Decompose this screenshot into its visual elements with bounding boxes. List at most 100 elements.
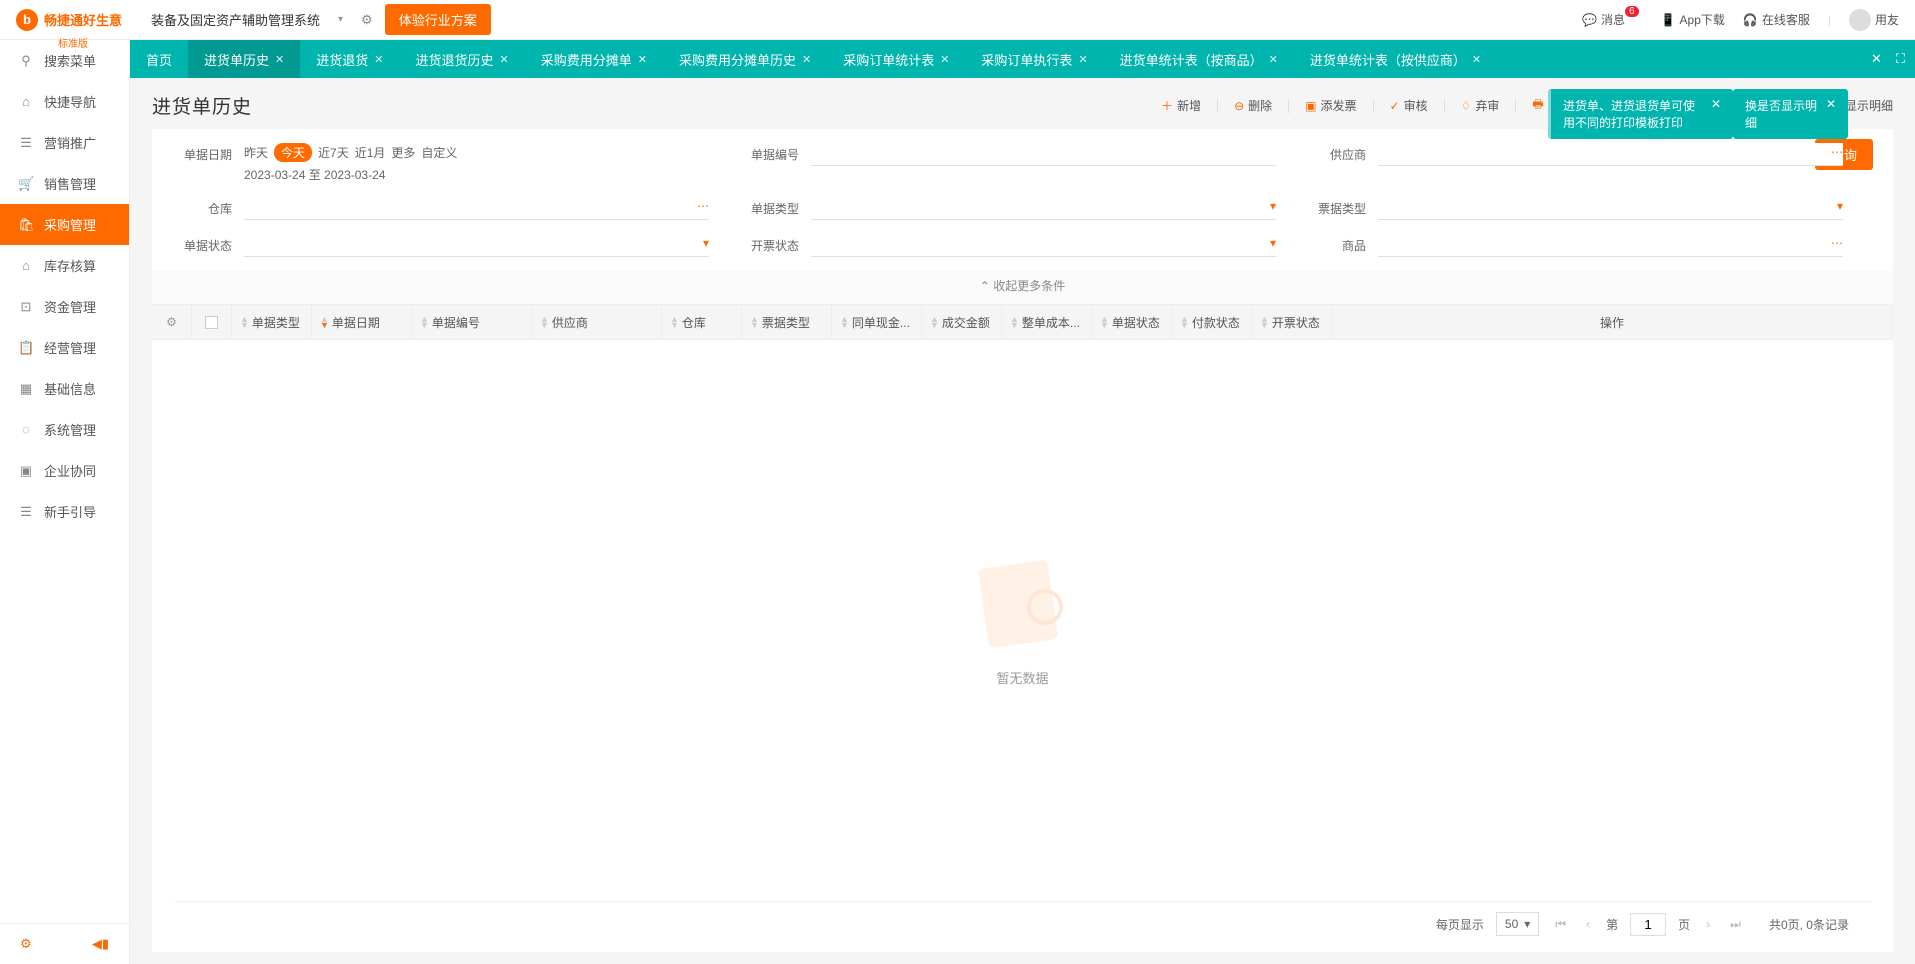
sidebar-label: 企业协同 [44,461,96,480]
prev-page-button[interactable]: ‹ [1582,917,1594,931]
table-column-header[interactable]: 操作 [1332,305,1893,339]
toolbar-审核[interactable]: ✓审核 [1390,97,1428,114]
trial-button[interactable]: 体验行业方案 [385,4,491,35]
close-icon[interactable]: ✕ [802,53,811,66]
close-icon[interactable]: ✕ [1269,53,1278,66]
close-all-tabs-icon[interactable]: ✕ [1871,51,1882,67]
chevron-down-icon[interactable]: ▾ [1270,236,1276,250]
messages-link[interactable]: 💬 消息 6 [1582,11,1643,28]
date-option[interactable]: 更多 [391,144,415,161]
product-input[interactable] [1378,234,1843,257]
fullscreen-icon[interactable]: ⛶ [1896,51,1905,67]
online-service-link[interactable]: 🎧 在线客服 [1743,11,1810,28]
chevron-up-icon: ⌃ [980,279,990,293]
user-menu[interactable]: 用友 [1849,9,1899,31]
warehouse-input[interactable] [244,197,709,220]
invoice-status-input[interactable] [811,234,1276,257]
close-icon[interactable]: ✕ [940,53,949,66]
table-column-header[interactable]: ▲▼票据类型 [742,305,832,339]
table-column-header[interactable]: ▲▼成交金额 [922,305,1002,339]
more-icon[interactable]: ⋯ [1831,145,1843,159]
next-page-button[interactable]: › [1702,917,1714,931]
close-icon[interactable]: ✕ [1711,97,1721,111]
sidebar-item[interactable]: ⌂库存核算 [0,245,129,286]
sidebar-label: 快捷导航 [44,92,96,111]
supplier-input[interactable] [1378,143,1843,166]
table-column-header[interactable]: ▲▼单据日期 [312,305,412,339]
sidebar-item[interactable]: ☰新手引导 [0,491,129,532]
table-column-header[interactable]: ▲▼仓库 [662,305,742,339]
close-icon[interactable]: ✕ [1078,53,1087,66]
date-option[interactable]: 自定义 [421,144,457,161]
table-column-header[interactable]: ▲▼整单成本... [1002,305,1092,339]
sidebar: ⚲搜索菜单⌂快捷导航☰营销推广🛒销售管理🛍采购管理⌂库存核算⊡资金管理📋经营管理… [0,40,130,964]
detail-tooltip: 换是否显示明细 ✕ [1733,89,1848,139]
settings-icon[interactable]: ⚙ [20,936,32,952]
invoice-type-input[interactable] [1378,197,1843,220]
app-download-link[interactable]: 📱 App下载 [1661,11,1725,28]
collapse-sidebar-icon[interactable]: ◀▮ [92,936,109,952]
table-column-header[interactable]: ▲▼付款状态 [1172,305,1252,339]
sidebar-item[interactable]: ▦基础信息 [0,368,129,409]
tab[interactable]: 采购费用分摊单✕ [525,40,663,78]
tab[interactable]: 采购订单执行表✕ [965,40,1103,78]
sidebar-item[interactable]: 🛒销售管理 [0,163,129,204]
page-size-select[interactable]: 50 ▾ [1496,912,1539,936]
sidebar-item[interactable]: ☰营销推广 [0,122,129,163]
sidebar-item[interactable]: ⊡资金管理 [0,286,129,327]
last-page-button[interactable]: ⏭ [1726,917,1745,932]
chevron-down-icon[interactable]: ▾ [1837,199,1843,213]
page-input[interactable] [1630,913,1666,936]
table-column-header[interactable]: ▲▼同单现金... [832,305,922,339]
sidebar-item[interactable]: ▣企业协同 [0,450,129,491]
tab[interactable]: 进货单统计表（按商品）✕ [1104,40,1294,78]
tab[interactable]: 进货退货✕ [300,40,399,78]
sidebar-item[interactable]: 🛍采购管理 [0,204,129,245]
toolbar-弃审[interactable]: ♢弃审 [1461,97,1500,114]
date-option[interactable]: 近7天 [318,144,349,161]
date-option[interactable]: 昨天 [244,144,268,161]
first-page-button[interactable]: ⏮ [1551,917,1570,932]
tab[interactable]: 首页 [130,40,188,78]
close-icon[interactable]: ✕ [1826,97,1836,111]
sidebar-item[interactable]: 📋经营管理 [0,327,129,368]
tab[interactable]: 进货退货历史✕ [399,40,524,78]
close-icon[interactable]: ✕ [500,53,509,66]
close-icon[interactable]: ✕ [275,53,284,66]
sidebar-item[interactable]: ◌系统管理 [0,409,129,450]
close-icon[interactable]: ✕ [374,53,383,66]
toolbar-新增[interactable]: ＋新增 [1161,97,1201,114]
tab[interactable]: 采购订单统计表✕ [827,40,965,78]
select-all-checkbox[interactable] [192,305,232,339]
date-option[interactable]: 近1月 [355,144,386,161]
chevron-down-icon[interactable]: ▾ [1270,199,1276,213]
table-column-header[interactable]: ▲▼供应商 [532,305,662,339]
collapse-conditions[interactable]: ⌃ 收起更多条件 [152,271,1893,304]
doc-no-input[interactable] [811,143,1276,166]
tab[interactable]: 进货单历史✕ [188,40,300,78]
more-icon[interactable]: ⋯ [1831,236,1843,250]
sidebar-item[interactable]: ⌂快捷导航 [0,81,129,122]
chevron-down-icon[interactable]: ▾ [703,236,709,250]
tab[interactable]: 进货单统计表（按供应商）✕ [1294,40,1497,78]
supplier-label: 供应商 [1306,143,1366,163]
sidebar-label: 搜索菜单 [44,51,96,70]
more-icon[interactable]: ⋯ [697,199,709,213]
column-settings-icon[interactable]: ⚙ [152,305,192,339]
tab[interactable]: 采购费用分摊单历史✕ [663,40,827,78]
toolbar-添发票[interactable]: ▣添发票 [1305,97,1356,114]
close-icon[interactable]: ✕ [1472,53,1481,66]
toolbar-删除[interactable]: ⊖删除 [1234,97,1272,114]
doc-status-input[interactable] [244,234,709,257]
gear-icon[interactable]: ⚙ [361,12,373,28]
close-icon[interactable]: ✕ [638,53,647,66]
date-option[interactable]: 今天 [274,143,312,162]
table-column-header[interactable]: ▲▼单据状态 [1092,305,1172,339]
table-column-header[interactable]: ▲▼单据类型 [232,305,312,339]
sort-icon: ▲▼ [1010,316,1019,328]
warehouse-label: 仓库 [172,197,232,217]
table-column-header[interactable]: ▲▼开票状态 [1252,305,1332,339]
table-column-header[interactable]: ▲▼单据编号 [412,305,532,339]
system-selector[interactable]: 装备及固定资产辅助管理系统 ▾ ⚙ [151,10,373,29]
doc-type-input[interactable] [811,197,1276,220]
